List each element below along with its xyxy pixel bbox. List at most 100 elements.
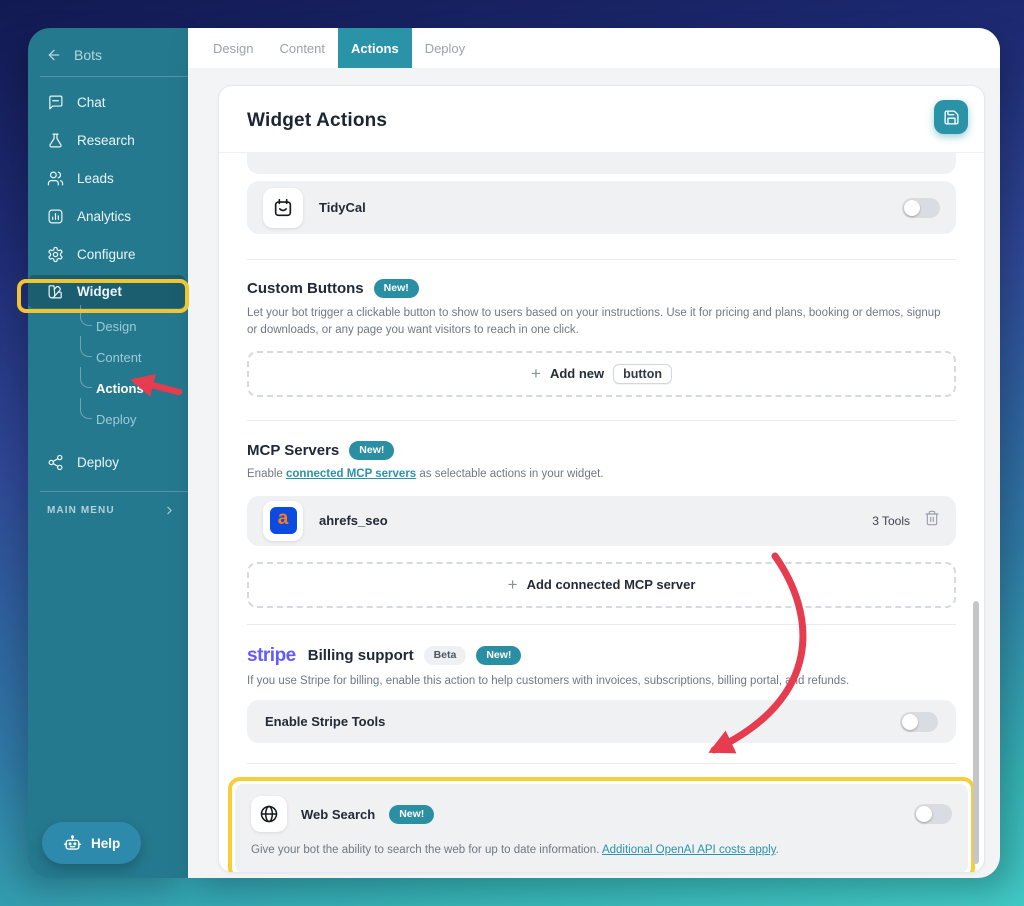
tab-label: Deploy — [424, 40, 466, 56]
plus-icon: + — [531, 364, 541, 383]
sidebar-divider — [40, 491, 188, 492]
sidebar-subitem-actions[interactable]: Actions — [28, 367, 188, 404]
stripe-logo: stripe — [247, 644, 296, 666]
mcp-description: Enable connected MCP servers as selectab… — [247, 466, 956, 483]
robot-icon — [63, 834, 82, 850]
stripe-row-label: Enable Stripe Tools — [265, 714, 386, 729]
add-mcp-label: Add connected MCP server — [526, 577, 696, 593]
plus-icon: + — [507, 575, 518, 595]
sidebar-back-label: Bots — [74, 47, 103, 63]
tidycal-row[interactable]: TidyCal — [247, 181, 956, 234]
tab-label: Design — [213, 40, 254, 56]
add-new-button[interactable]: + Add new button — [247, 350, 956, 397]
chevron-right-icon — [167, 506, 172, 514]
globe-icon — [260, 805, 278, 823]
stripe-description: If you use Stripe for billing, enable th… — [247, 674, 850, 687]
sidebar-item-chat[interactable]: Chat — [28, 83, 188, 121]
sidebar-subitem-deploy[interactable]: Deploy — [28, 398, 188, 435]
app-window: Bots Chat Research Leads Analytics Confi… — [0, 0, 1024, 906]
calendar-smile-icon — [274, 198, 292, 216]
tab-actions[interactable]: Actions — [338, 28, 412, 68]
button-chip: button — [613, 363, 672, 384]
mcp-server-name: ahrefs_seo — [319, 513, 388, 529]
web-search-block[interactable]: Web Search New! Give your bot the abilit… — [235, 784, 968, 872]
tab-content[interactable]: Content — [266, 28, 338, 68]
tools-count: 3 Tools — [872, 513, 910, 528]
help-button[interactable]: Help — [42, 822, 142, 864]
web-search-description: Give your bot the ability to search the … — [251, 842, 952, 859]
arrow-left-icon — [48, 49, 60, 61]
mcp-heading: MCP Servers New! — [247, 440, 956, 460]
sidebar: Bots Chat Research Leads Analytics Confi… — [28, 28, 188, 878]
new-badge: New! — [476, 646, 522, 666]
section-divider — [247, 623, 956, 625]
save-button[interactable] — [934, 100, 968, 134]
scrollbar-thumb[interactable] — [973, 601, 979, 864]
sidebar-item-label: Leads — [77, 170, 114, 186]
clipped-row[interactable] — [247, 153, 956, 174]
new-badge: New! — [349, 440, 395, 460]
sidebar-item-label: Analytics — [77, 208, 132, 224]
custom-buttons-heading: Custom Buttons New! — [247, 279, 956, 298]
main-panel: Design Content Actions Deploy Widget Act… — [188, 28, 1000, 878]
users-icon — [47, 171, 64, 185]
tab-deploy[interactable]: Deploy — [412, 28, 478, 68]
tab-label: Actions — [351, 40, 399, 56]
sidebar-subitem-content[interactable]: Content — [28, 336, 188, 373]
beta-badge: Beta — [423, 646, 467, 666]
custom-buttons-description: Let your bot trigger a clickable button … — [247, 307, 941, 337]
swatch-icon — [48, 285, 62, 299]
sidebar-main-menu[interactable]: MAIN MENU — [28, 501, 188, 519]
tab-bar: Design Content Actions Deploy — [188, 28, 1000, 68]
tab-design[interactable]: Design — [200, 28, 266, 68]
card-header: Widget Actions — [219, 86, 984, 153]
save-icon — [943, 109, 959, 125]
help-label: Help — [91, 835, 121, 851]
delete-server-button[interactable] — [924, 510, 940, 531]
section-divider — [247, 419, 956, 421]
flask-icon — [49, 133, 62, 147]
openai-costs-link[interactable]: Additional OpenAI API costs apply — [602, 844, 776, 856]
stripe-heading: stripe Billing support Beta New! — [247, 645, 956, 667]
sidebar-subitem-label: Content — [96, 350, 142, 365]
sidebar-back-button[interactable]: Bots — [28, 28, 188, 63]
trash-icon — [925, 510, 939, 526]
stripe-tools-row[interactable]: Enable Stripe Tools — [247, 700, 956, 743]
sidebar-item-label: Configure — [77, 246, 136, 262]
section-divider — [247, 259, 956, 260]
sidebar-subitem-label: Design — [96, 319, 137, 334]
tab-label: Content — [279, 40, 326, 56]
stripe-title: Billing support — [307, 647, 414, 665]
web-search-desc-prefix: Give your bot the ability to search the … — [251, 844, 602, 856]
sidebar-item-label: Deploy — [77, 454, 120, 470]
web-search-highlight: Web Search New! Give your bot the abilit… — [228, 777, 975, 872]
add-new-label: Add new — [549, 366, 605, 381]
mcp-desc-suffix: as selectable actions in your widget. — [416, 467, 604, 480]
web-search-toggle[interactable] — [914, 804, 952, 824]
sidebar-item-configure[interactable]: Configure — [28, 235, 188, 273]
share-icon — [48, 454, 63, 470]
widget-actions-card: Widget Actions TidyCal Custom Buttons Ne… — [218, 85, 985, 873]
sidebar-item-leads[interactable]: Leads — [28, 159, 188, 197]
sidebar-item-widget[interactable]: Widget — [28, 275, 185, 308]
sidebar-subitem-design[interactable]: Design — [28, 305, 188, 342]
sidebar-item-research[interactable]: Research — [28, 121, 188, 159]
mcp-server-meta: 3 Tools — [872, 510, 940, 531]
connected-mcp-servers-link[interactable]: connected MCP servers — [286, 468, 416, 480]
web-search-desc-suffix: . — [775, 844, 779, 856]
sidebar-item-label: Research — [77, 132, 135, 148]
sidebar-item-label: Widget — [77, 284, 122, 299]
tidycal-toggle[interactable] — [902, 197, 940, 218]
actions-scroll-area: TidyCal Custom Buttons New! Let your bot… — [219, 153, 984, 872]
mcp-server-row[interactable]: a ahrefs_seo 3 Tools — [247, 495, 956, 546]
add-mcp-server-button[interactable]: + Add connected MCP server — [247, 561, 956, 608]
sidebar-item-label: Chat — [77, 94, 106, 110]
stripe-toggle[interactable] — [900, 711, 938, 732]
chat-icon — [49, 95, 63, 109]
sidebar-subitem-label: Actions — [96, 381, 144, 396]
main-menu-label: MAIN MENU — [47, 504, 115, 516]
sidebar-item-deploy[interactable]: Deploy — [28, 443, 188, 481]
page-title: Widget Actions — [247, 110, 388, 131]
sidebar-item-analytics[interactable]: Analytics — [28, 197, 188, 235]
tidycal-icon-box — [263, 187, 303, 228]
